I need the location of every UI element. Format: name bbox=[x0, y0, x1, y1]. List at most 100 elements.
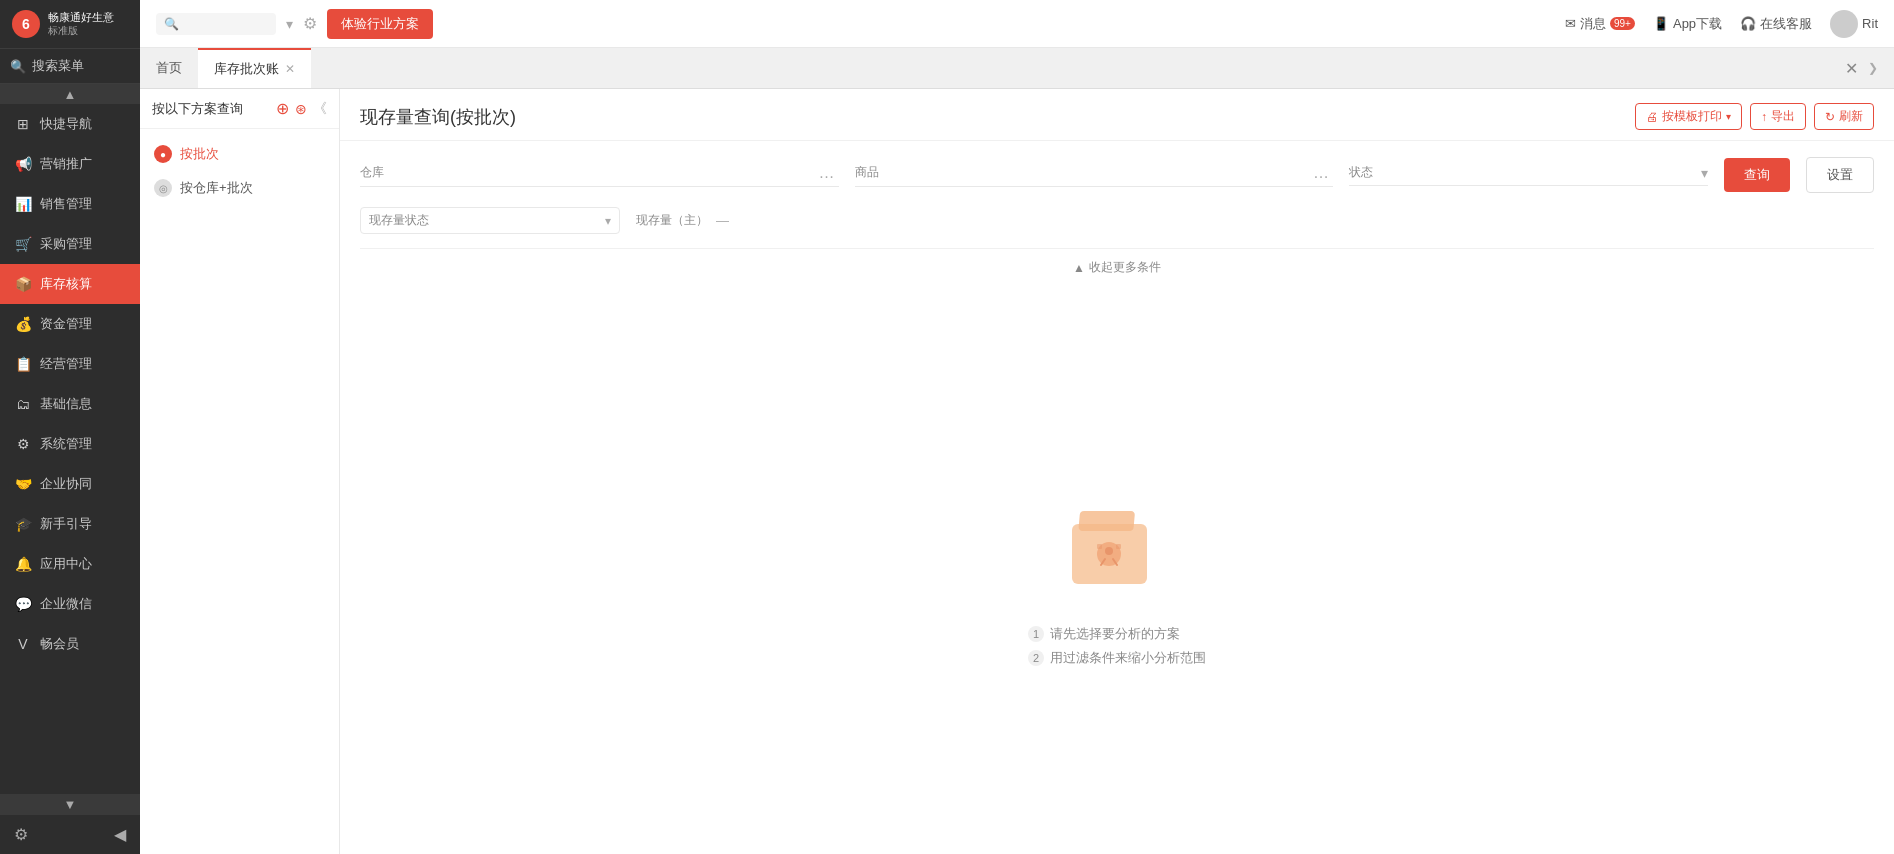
filter-area: 仓库 … 商品 … 状态 ▾ bbox=[340, 141, 1894, 302]
sidebar-item-sales[interactable]: 📊销售管理 bbox=[0, 184, 140, 224]
sidebar-item-operations[interactable]: 📋 经营管理 bbox=[0, 344, 140, 384]
print-dropdown-icon[interactable]: ▾ bbox=[1726, 111, 1731, 122]
sidebar-item-app-center[interactable]: 🔔应用中心 bbox=[0, 544, 140, 584]
sidebar-item-inventory[interactable]: 📦库存核算 bbox=[0, 264, 140, 304]
sidebar-item-newbie[interactable]: 🎓新手引导 bbox=[0, 504, 140, 544]
nav-icon-collab: 🤝 bbox=[14, 475, 32, 493]
sidebar-item-member[interactable]: V畅会员 bbox=[0, 624, 140, 664]
sidebar-logo: 6 bbox=[12, 10, 40, 38]
page-actions: 🖨 按模板打印 ▾ ↑ 导出 ↻ 刷新 bbox=[1635, 103, 1874, 130]
print-icon: 🖨 bbox=[1646, 110, 1658, 124]
tab-batch-account[interactable]: 库存批次账 ✕ bbox=[198, 48, 311, 88]
product-filter: 商品 … bbox=[855, 164, 1334, 187]
industry-solution-button[interactable]: 体验行业方案 bbox=[327, 9, 433, 39]
sidebar-item-system[interactable]: ⚙系统管理 bbox=[0, 424, 140, 464]
left-panel: 按以下方案查询 ⊕ ⊛ 《 ● 按批次 ◎按仓库+批次 bbox=[140, 89, 340, 854]
topbar-gear-icon[interactable]: ⚙ bbox=[303, 14, 317, 33]
tabbar-right: ✕ ❯ bbox=[1845, 59, 1894, 78]
topbar-search-input[interactable] bbox=[183, 17, 263, 31]
refresh-button[interactable]: ↻ 刷新 bbox=[1814, 103, 1874, 130]
sidebar-item-purchase[interactable]: 🛒 采购管理 bbox=[0, 224, 140, 264]
scheme-label-by-batch: 按批次 bbox=[180, 145, 219, 163]
sidebar-title: 畅康通好生意 bbox=[48, 10, 114, 24]
online-service-button[interactable]: 🎧 在线客服 bbox=[1740, 15, 1812, 33]
collapse-filter-button[interactable]: ▲ 收起更多条件 bbox=[360, 248, 1874, 286]
tab-close-icon[interactable]: ✕ bbox=[285, 62, 295, 76]
main-area: 🔍 ▾ ⚙ 体验行业方案 ✉ 消息 99+ 📱 App下载 🎧 在线客服 Rit bbox=[140, 0, 1894, 854]
message-icon: ✉ bbox=[1565, 16, 1576, 31]
collapse-sidebar-icon[interactable]: ◀ bbox=[114, 825, 126, 844]
sidebar-scroll-down[interactable]: ▼ bbox=[0, 794, 140, 814]
scheme-item-by-batch[interactable]: ● 按批次 bbox=[140, 137, 339, 171]
inventory-status-filter[interactable]: 现存量状态 ▾ bbox=[360, 207, 620, 234]
topbar-search-box[interactable]: 🔍 bbox=[156, 13, 276, 35]
scheme-dot-by-batch: ● bbox=[154, 145, 172, 163]
nav-icon-enterprise-wechat: 💬 bbox=[14, 595, 32, 613]
messages-label: 消息 bbox=[1580, 15, 1606, 33]
settings-icon[interactable]: ⚙ bbox=[14, 825, 28, 844]
tabbar-more-icon[interactable]: ❯ bbox=[1868, 61, 1878, 75]
messages-button[interactable]: ✉ 消息 99+ bbox=[1565, 15, 1635, 33]
topbar-actions: ✉ 消息 99+ 📱 App下载 🎧 在线客服 Rit bbox=[1565, 10, 1878, 38]
add-scheme-icon[interactable]: ⊕ bbox=[276, 99, 289, 118]
nav-label-purchase: 采购管理 bbox=[40, 235, 92, 253]
sidebar-nav: ⊞快捷导航📢营销推广📊销售管理 🛒 采购管理 📦库存核算💰资金管理 📋 经营管理 🗂基础信息… bbox=[0, 104, 140, 794]
empty-tip-2-text: 用过滤条件来缩小分析范围 bbox=[1050, 649, 1206, 667]
chevron-up-icon: ▲ bbox=[1073, 261, 1085, 275]
sidebar-item-collab[interactable]: 🤝企业协同 bbox=[0, 464, 140, 504]
inventory-status-arrow-icon[interactable]: ▾ bbox=[605, 214, 611, 228]
scheme-item-by-warehouse-batch[interactable]: ◎按仓库+批次 bbox=[140, 171, 339, 205]
tab-home[interactable]: 首页 bbox=[140, 49, 198, 87]
settings-scheme-icon[interactable]: ⊛ bbox=[295, 101, 307, 117]
filter-row-2: 现存量状态 ▾ 现存量（主） — bbox=[360, 207, 1874, 234]
status-arrow-icon[interactable]: ▾ bbox=[1701, 165, 1708, 181]
panel-header-title: 按以下方案查询 bbox=[152, 100, 243, 118]
scheme-label-by-warehouse-batch: 按仓库+批次 bbox=[180, 179, 253, 197]
search-menu-button[interactable]: 🔍 搜索菜单 bbox=[0, 49, 140, 84]
topbar-dropdown-icon[interactable]: ▾ bbox=[286, 16, 293, 32]
query-button[interactable]: 查询 bbox=[1724, 158, 1790, 192]
messages-badge: 99+ bbox=[1610, 17, 1635, 30]
right-panel: 现存量查询(按批次) 🖨 按模板打印 ▾ ↑ 导出 ↻ 刷新 bbox=[340, 89, 1894, 854]
phone-icon: 📱 bbox=[1653, 16, 1669, 31]
search-icon: 🔍 bbox=[10, 59, 26, 74]
collapse-panel-icon[interactable]: 《 bbox=[313, 100, 327, 118]
nav-icon-purchase: 🛒 bbox=[14, 235, 32, 253]
nav-label-quick-nav: 快捷导航 bbox=[40, 115, 92, 133]
user-name: Rit bbox=[1862, 16, 1878, 31]
page-header: 现存量查询(按批次) 🖨 按模板打印 ▾ ↑ 导出 ↻ 刷新 bbox=[340, 89, 1894, 141]
nav-icon-operations: 📋 bbox=[14, 355, 32, 373]
svg-rect-1 bbox=[1078, 511, 1135, 531]
sidebar: 6 畅康通好生意 标准版 🔍 搜索菜单 ▲ ⊞快捷导航📢营销推广📊销售管理 🛒 采购… bbox=[0, 0, 140, 854]
sidebar-item-enterprise-wechat[interactable]: 💬企业微信 bbox=[0, 584, 140, 624]
empty-tip-2: 2 用过滤条件来缩小分析范围 bbox=[1028, 649, 1206, 667]
sidebar-item-marketing[interactable]: 📢营销推广 bbox=[0, 144, 140, 184]
svg-rect-6 bbox=[1097, 544, 1102, 549]
sidebar-item-basic[interactable]: 🗂基础信息 bbox=[0, 384, 140, 424]
export-icon: ↑ bbox=[1761, 110, 1767, 124]
sidebar-item-finance[interactable]: 💰资金管理 bbox=[0, 304, 140, 344]
user-avatar[interactable]: Rit bbox=[1830, 10, 1878, 38]
empty-tip-1: 1 请先选择要分析的方案 bbox=[1028, 625, 1206, 643]
app-download-button[interactable]: 📱 App下载 bbox=[1653, 15, 1722, 33]
settings-button[interactable]: 设置 bbox=[1806, 157, 1874, 193]
product-more-icon[interactable]: … bbox=[1309, 164, 1333, 182]
print-button[interactable]: 🖨 按模板打印 ▾ bbox=[1635, 103, 1742, 130]
filter-row-1: 仓库 … 商品 … 状态 ▾ bbox=[360, 157, 1874, 193]
status-filter: 状态 ▾ bbox=[1349, 164, 1708, 186]
search-menu-label: 搜索菜单 bbox=[32, 57, 84, 75]
sidebar-header: 6 畅康通好生意 标准版 bbox=[0, 0, 140, 49]
tip-num-2: 2 bbox=[1028, 650, 1044, 666]
sidebar-item-quick-nav[interactable]: ⊞快捷导航 bbox=[0, 104, 140, 144]
refresh-icon: ↻ bbox=[1825, 110, 1835, 124]
sidebar-brand: 畅康通好生意 标准版 bbox=[48, 10, 114, 38]
export-label: 导出 bbox=[1771, 108, 1795, 125]
sidebar-scroll-up[interactable]: ▲ bbox=[0, 84, 140, 104]
tabbar-close-button[interactable]: ✕ bbox=[1845, 59, 1858, 78]
refresh-label: 刷新 bbox=[1839, 108, 1863, 125]
warehouse-more-icon[interactable]: … bbox=[815, 164, 839, 182]
empty-illustration bbox=[1057, 489, 1177, 609]
export-button[interactable]: ↑ 导出 bbox=[1750, 103, 1806, 130]
collapse-filter-label: 收起更多条件 bbox=[1089, 259, 1161, 276]
nav-label-operations: 经营管理 bbox=[40, 355, 92, 373]
